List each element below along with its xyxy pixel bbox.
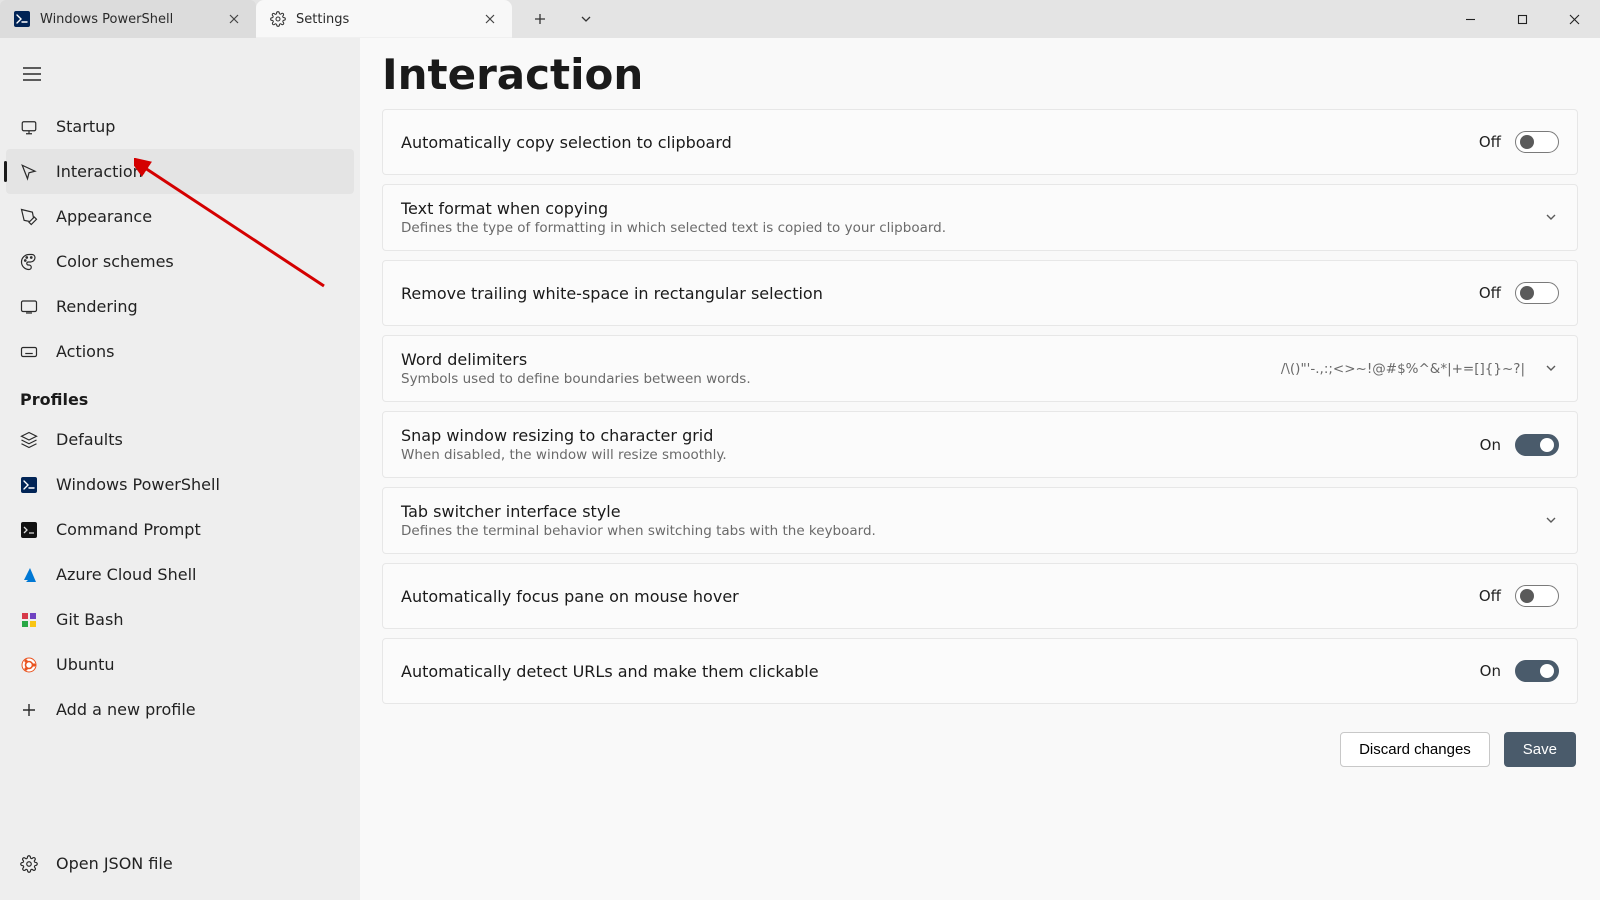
sidebar-item-interaction[interactable]: Interaction [6, 149, 354, 194]
profile-item-azure[interactable]: Azure Cloud Shell [0, 552, 360, 597]
ubuntu-icon [20, 656, 38, 674]
setting-title: Text format when copying [401, 199, 1545, 218]
setting-focus-hover[interactable]: Automatically focus pane on mouse hover … [382, 563, 1578, 629]
toggle-state-label: Off [1479, 587, 1501, 605]
profile-item-label: Defaults [56, 430, 123, 449]
close-icon[interactable] [482, 11, 498, 27]
plus-icon [20, 701, 38, 719]
profile-item-label: Command Prompt [56, 520, 201, 539]
layers-icon [20, 431, 38, 449]
setting-desc: When disabled, the window will resize sm… [401, 447, 1480, 463]
save-button[interactable]: Save [1504, 732, 1576, 767]
tab-settings[interactable]: Settings [256, 0, 512, 38]
toggle-focushover[interactable] [1515, 585, 1559, 607]
setting-title: Automatically detect URLs and make them … [401, 662, 1480, 681]
sidebar-item-appearance[interactable]: Appearance [0, 194, 360, 239]
sidebar-item-label: Color schemes [56, 252, 174, 271]
new-tab-button[interactable] [518, 0, 562, 38]
chevron-down-icon [1545, 211, 1559, 225]
setting-title: Snap window resizing to character grid [401, 426, 1480, 445]
close-icon[interactable] [226, 11, 242, 27]
profile-item-powershell[interactable]: Windows PowerShell [0, 462, 360, 507]
toggle-state-label: Off [1479, 133, 1501, 151]
toggle-detecturls[interactable] [1515, 660, 1559, 682]
appearance-icon [20, 208, 38, 226]
setting-autocopy[interactable]: Automatically copy selection to clipboar… [382, 109, 1578, 175]
powershell-icon [14, 11, 30, 27]
open-json-button[interactable]: Open JSON file [0, 841, 360, 886]
tab-title: Settings [296, 12, 472, 27]
powershell-icon [20, 476, 38, 494]
setting-word-delimiters[interactable]: Word delimiters Symbols used to define b… [382, 335, 1578, 402]
azure-icon [20, 566, 38, 584]
profile-item-cmd[interactable]: Command Prompt [0, 507, 360, 552]
chevron-down-icon [1545, 514, 1559, 528]
setting-title: Remove trailing white-space in rectangul… [401, 284, 1479, 303]
main-content: Interaction Automatically copy selection… [360, 38, 1600, 900]
setting-detect-urls[interactable]: Automatically detect URLs and make them … [382, 638, 1578, 704]
profile-item-label: Azure Cloud Shell [56, 565, 196, 584]
setting-desc: Defines the type of formatting in which … [401, 220, 1545, 236]
open-json-label: Open JSON file [56, 854, 173, 873]
setting-title: Word delimiters [401, 350, 1281, 369]
interaction-icon [20, 163, 38, 181]
tab-title: Windows PowerShell [40, 12, 216, 27]
setting-title: Automatically focus pane on mouse hover [401, 587, 1479, 606]
setting-desc: Symbols used to define boundaries betwee… [401, 371, 1281, 387]
setting-desc: Defines the terminal behavior when switc… [401, 523, 1545, 539]
chevron-down-icon [1545, 362, 1559, 376]
sidebar-item-label: Rendering [56, 297, 138, 316]
hamburger-button[interactable] [12, 54, 52, 94]
sidebar-item-actions[interactable]: Actions [0, 329, 360, 374]
close-window-button[interactable] [1548, 0, 1600, 38]
page-title: Interaction [382, 38, 1578, 109]
discard-button[interactable]: Discard changes [1340, 732, 1490, 767]
profile-item-label: Windows PowerShell [56, 475, 220, 494]
profile-item-label: Ubuntu [56, 655, 115, 674]
setting-title: Tab switcher interface style [401, 502, 1545, 521]
setting-title: Automatically copy selection to clipboar… [401, 133, 1479, 152]
gitbash-icon [20, 611, 38, 629]
setting-value-preview: /\()"'-.,:;<>~!@#$%^&*|+=[]{}~?| [1281, 361, 1525, 377]
tab-dropdown-button[interactable] [564, 0, 608, 38]
sidebar-item-label: Interaction [56, 162, 143, 181]
palette-icon [20, 253, 38, 271]
setting-snap-grid[interactable]: Snap window resizing to character grid W… [382, 411, 1578, 478]
sidebar-item-label: Startup [56, 117, 115, 136]
toggle-state-label: On [1480, 436, 1501, 454]
profiles-heading: Profiles [0, 374, 360, 413]
sidebar-item-color-schemes[interactable]: Color schemes [0, 239, 360, 284]
profile-item-label: Git Bash [56, 610, 123, 629]
setting-tab-switcher[interactable]: Tab switcher interface style Defines the… [382, 487, 1578, 554]
gear-icon [20, 855, 38, 873]
maximize-button[interactable] [1496, 0, 1548, 38]
gear-icon [270, 11, 286, 27]
setting-textformat[interactable]: Text format when copying Defines the typ… [382, 184, 1578, 251]
toggle-trimws[interactable] [1515, 282, 1559, 304]
tab-powershell[interactable]: Windows PowerShell [0, 0, 256, 38]
sidebar-item-label: Actions [56, 342, 114, 361]
profile-item-ubuntu[interactable]: Ubuntu [0, 642, 360, 687]
profile-item-defaults[interactable]: Defaults [0, 417, 360, 462]
toggle-autocopy[interactable] [1515, 131, 1559, 153]
setting-trim-whitespace[interactable]: Remove trailing white-space in rectangul… [382, 260, 1578, 326]
sidebar-item-label: Appearance [56, 207, 152, 226]
toggle-state-label: Off [1479, 284, 1501, 302]
sidebar-item-startup[interactable]: Startup [0, 104, 360, 149]
window-controls [1444, 0, 1600, 38]
toggle-snapgrid[interactable] [1515, 434, 1559, 456]
sidebar-item-rendering[interactable]: Rendering [0, 284, 360, 329]
minimize-button[interactable] [1444, 0, 1496, 38]
cmd-icon [20, 521, 38, 539]
toggle-state-label: On [1480, 662, 1501, 680]
add-profile-label: Add a new profile [56, 700, 196, 719]
add-profile-button[interactable]: Add a new profile [0, 687, 360, 732]
titlebar: Windows PowerShell Settings [0, 0, 1600, 38]
profile-item-gitbash[interactable]: Git Bash [0, 597, 360, 642]
keyboard-icon [20, 343, 38, 361]
startup-icon [20, 118, 38, 136]
sidebar: Startup Interaction Appearance Color sch… [0, 38, 360, 900]
rendering-icon [20, 298, 38, 316]
